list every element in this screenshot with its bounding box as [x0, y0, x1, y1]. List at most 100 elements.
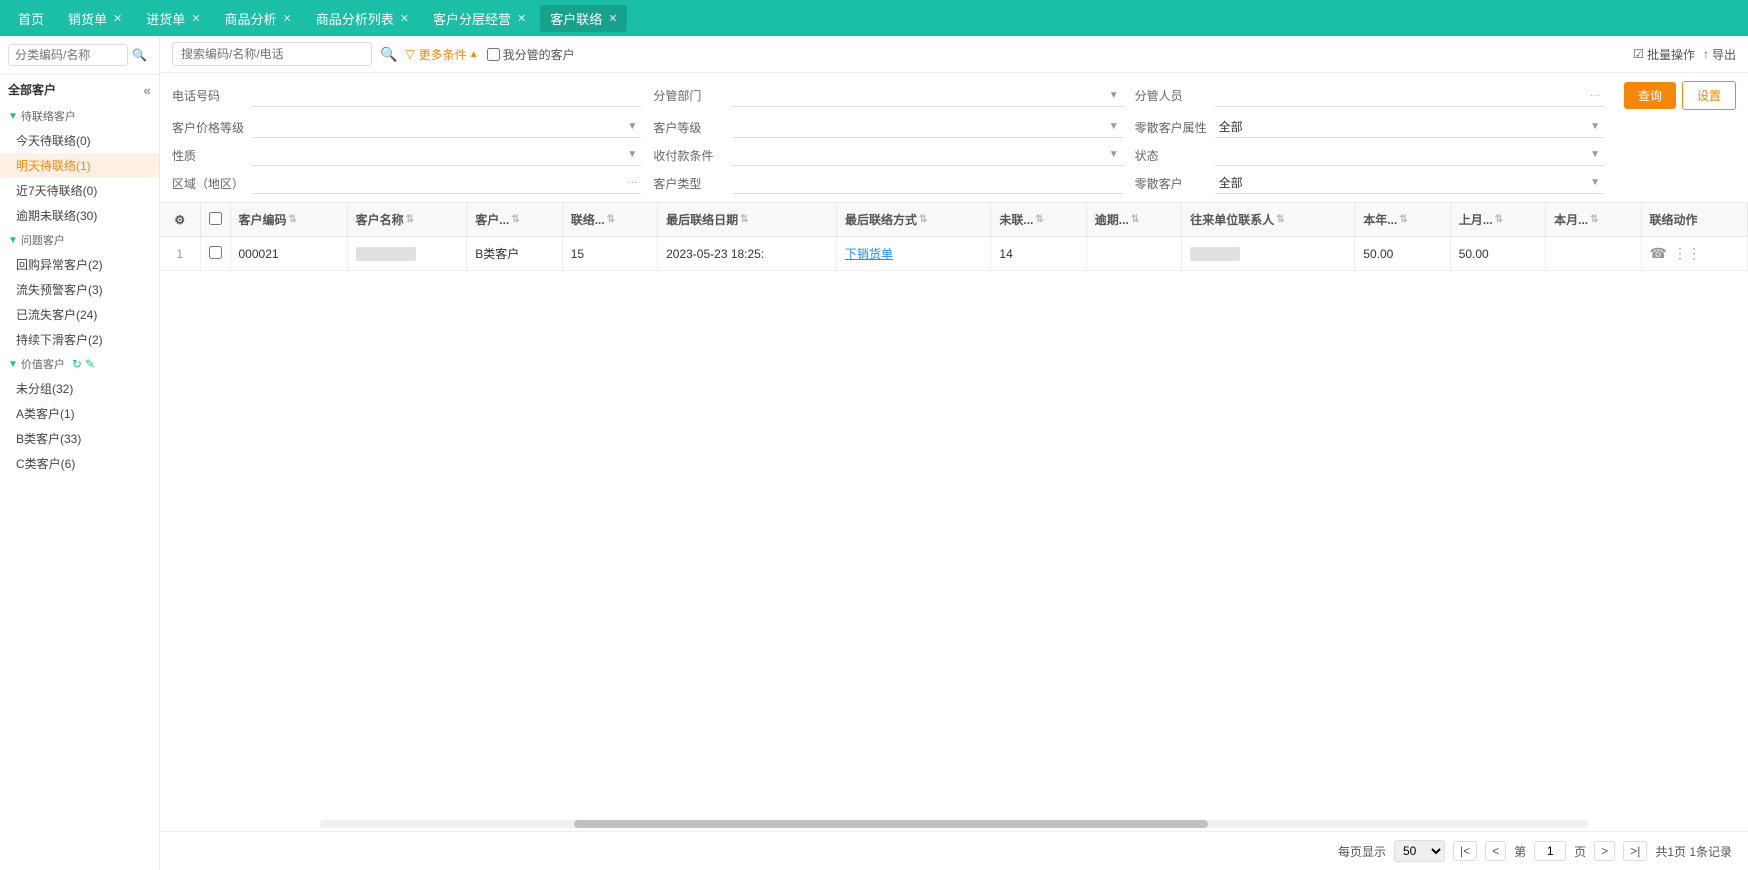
filter-price-level: 客户价格等级 ▼: [172, 116, 641, 138]
scrollbar-thumb[interactable]: [574, 820, 1208, 828]
sidebar-item-ungrouped[interactable]: 未分组(32): [0, 376, 159, 401]
more-conditions-btn[interactable]: ▽ 更多条件 ▲: [405, 46, 478, 63]
th-this-month[interactable]: 本月... ⇅: [1546, 203, 1641, 237]
action-phone-icon[interactable]: ☎: [1650, 245, 1667, 262]
sidebar-item-a-class[interactable]: A类客户(1): [0, 401, 159, 426]
my-customers-checkbox[interactable]: 我分管的客户: [487, 46, 575, 63]
page-number-input[interactable]: [1534, 841, 1566, 861]
filter-retail-customer: 零散客户 全部 ▼: [1135, 172, 1604, 194]
batch-op-btn[interactable]: ☑ 批量操作: [1633, 46, 1695, 63]
th-name[interactable]: 客户名称 ⇅: [347, 203, 467, 237]
price-level-input[interactable]: ▼: [252, 116, 641, 138]
th-settings[interactable]: ⚙: [160, 203, 200, 237]
export-btn[interactable]: ↑ 导出: [1703, 46, 1736, 63]
sort-this-month-icon: ⇅: [1590, 214, 1598, 225]
th-type[interactable]: 客户... ⇅: [467, 203, 562, 237]
th-code[interactable]: 客户编码 ⇅: [230, 203, 347, 237]
th-no-contact[interactable]: 未联... ⇅: [991, 203, 1086, 237]
customer-type-input[interactable]: [733, 172, 1122, 194]
th-overdue[interactable]: 逾期... ⇅: [1086, 203, 1181, 237]
sort-code-icon: ⇅: [289, 214, 297, 225]
sidebar-all-customers[interactable]: 全部客户 «: [0, 75, 159, 104]
dept-input[interactable]: ▼: [733, 85, 1122, 107]
sidebar-search-icon[interactable]: 🔍: [132, 48, 147, 62]
th-contact[interactable]: 联络... ⇅: [562, 203, 657, 237]
problem-triangle-icon: ▼: [8, 235, 18, 246]
content-area: 🔍 ▽ 更多条件 ▲ 我分管的客户 ☑ 批量操作 ↑ 导出: [160, 36, 1748, 870]
sidebar-item-today[interactable]: 今天待联络(0): [0, 128, 159, 153]
cell-last-method[interactable]: 下销货单: [836, 237, 990, 271]
filter-row-1: 电话号码 分管部门 ▼ 分管人员 ··· 查询 设置: [172, 81, 1736, 110]
sort-last-month-icon: ⇅: [1495, 214, 1503, 225]
pagination-bar: 每页显示 50 100 200 |< < 第 页 > >| 共1页 1条记录: [160, 831, 1748, 870]
nav-customer-tier-close-icon[interactable]: ✕: [517, 12, 526, 25]
nav-product-analysis[interactable]: 商品分析 ✕: [214, 5, 301, 32]
status-input[interactable]: ▼: [1215, 144, 1604, 166]
sidebar-item-abnormal[interactable]: 回购异常客户(2): [0, 252, 159, 277]
cell-no-contact: 14: [991, 237, 1086, 271]
payment-input[interactable]: ▼: [733, 144, 1122, 166]
nature-input[interactable]: ▼: [252, 144, 641, 166]
cell-code: 000021: [230, 237, 347, 271]
sidebar-item-overdue[interactable]: 逾期未联络(30): [0, 203, 159, 228]
horizontal-scrollbar: [160, 817, 1748, 831]
sidebar-problem-group: ▼ 问题客户: [0, 228, 159, 252]
sort-this-year-icon: ⇅: [1399, 214, 1407, 225]
sidebar-item-7days[interactable]: 近7天待联络(0): [0, 178, 159, 203]
action-more-icon[interactable]: ⋮⋮: [1673, 245, 1701, 262]
page-size-select[interactable]: 50 100 200: [1394, 840, 1445, 862]
nav-purchase-close-icon[interactable]: ✕: [191, 12, 200, 25]
nav-sales[interactable]: 销货单 ✕: [58, 5, 132, 32]
edit-icon[interactable]: ✎: [85, 357, 95, 371]
nav-product-analysis-close-icon[interactable]: ✕: [283, 12, 292, 25]
row-checkbox[interactable]: [209, 246, 222, 259]
manager-input[interactable]: ···: [1215, 85, 1604, 107]
nav-purchase[interactable]: 进货单 ✕: [136, 5, 210, 32]
last-page-btn[interactable]: >|: [1623, 841, 1647, 861]
cell-contact-person: [1182, 237, 1355, 271]
next-page-btn[interactable]: >: [1594, 841, 1615, 861]
filter-row-3: 性质 ▼ 收付款条件 ▼ 状态 ▼: [172, 144, 1736, 166]
sidebar-item-declining[interactable]: 持续下滑客户(2): [0, 327, 159, 352]
select-all-checkbox[interactable]: [209, 212, 222, 225]
sidebar-search-input[interactable]: [8, 44, 128, 66]
search-input[interactable]: [172, 42, 372, 66]
filter-row-2: 客户价格等级 ▼ 客户等级 ▼ 零散客户属性 全部 ▼: [172, 116, 1736, 138]
filter-bar: 🔍 ▽ 更多条件 ▲ 我分管的客户 ☑ 批量操作 ↑ 导出: [160, 36, 1748, 73]
cell-last-date: 2023-05-23 18:25:: [658, 237, 837, 271]
nav-customer-contact[interactable]: 客户联络 ✕: [540, 5, 627, 32]
nav-customer-contact-close-icon[interactable]: ✕: [608, 12, 617, 25]
sort-contact-icon: ⇅: [607, 214, 615, 225]
prev-page-btn[interactable]: <: [1485, 841, 1506, 861]
th-contact-person[interactable]: 往来单位联系人 ⇅: [1182, 203, 1355, 237]
query-button[interactable]: 查询: [1624, 82, 1676, 109]
retail-attr-input[interactable]: 全部 ▼: [1215, 116, 1604, 138]
nav-customer-tier[interactable]: 客户分层经营 ✕: [423, 5, 536, 32]
customer-level-input[interactable]: ▼: [733, 116, 1122, 138]
th-last-method[interactable]: 最后联络方式 ⇅: [836, 203, 990, 237]
sidebar-item-c-class[interactable]: C类客户(6): [0, 451, 159, 476]
th-this-year[interactable]: 本年... ⇅: [1355, 203, 1450, 237]
pending-triangle-icon: ▼: [8, 111, 18, 122]
first-page-btn[interactable]: |<: [1453, 841, 1477, 861]
sidebar-item-tomorrow[interactable]: 明天待联络(1): [0, 153, 159, 178]
filter-actions: 查询 设置: [1616, 81, 1736, 110]
nav-sales-close-icon[interactable]: ✕: [113, 12, 122, 25]
sidebar-item-b-class[interactable]: B类客户(33): [0, 426, 159, 451]
cell-type: B类客户: [467, 237, 562, 271]
settings-button[interactable]: 设置: [1682, 81, 1736, 110]
cell-index: 1: [160, 237, 200, 271]
nav-product-list-close-icon[interactable]: ✕: [400, 12, 409, 25]
phone-input[interactable]: [252, 85, 641, 107]
th-last-date[interactable]: 最后联络日期 ⇅: [658, 203, 837, 237]
nav-home[interactable]: 首页: [8, 5, 54, 32]
search-button-icon[interactable]: 🔍: [380, 46, 397, 63]
sidebar-item-lost[interactable]: 已流失客户(24): [0, 302, 159, 327]
region-input[interactable]: ···: [252, 172, 641, 194]
retail-customer-input[interactable]: 全部 ▼: [1215, 172, 1604, 194]
refresh-icon[interactable]: ↻: [72, 357, 82, 371]
sidebar-item-lostwarning[interactable]: 流失预警客户(3): [0, 277, 159, 302]
sidebar-value-group: ▼ 价值客户 ↻ ✎: [0, 352, 159, 376]
nav-product-list[interactable]: 商品分析列表 ✕: [306, 5, 419, 32]
th-last-month[interactable]: 上月... ⇅: [1450, 203, 1545, 237]
